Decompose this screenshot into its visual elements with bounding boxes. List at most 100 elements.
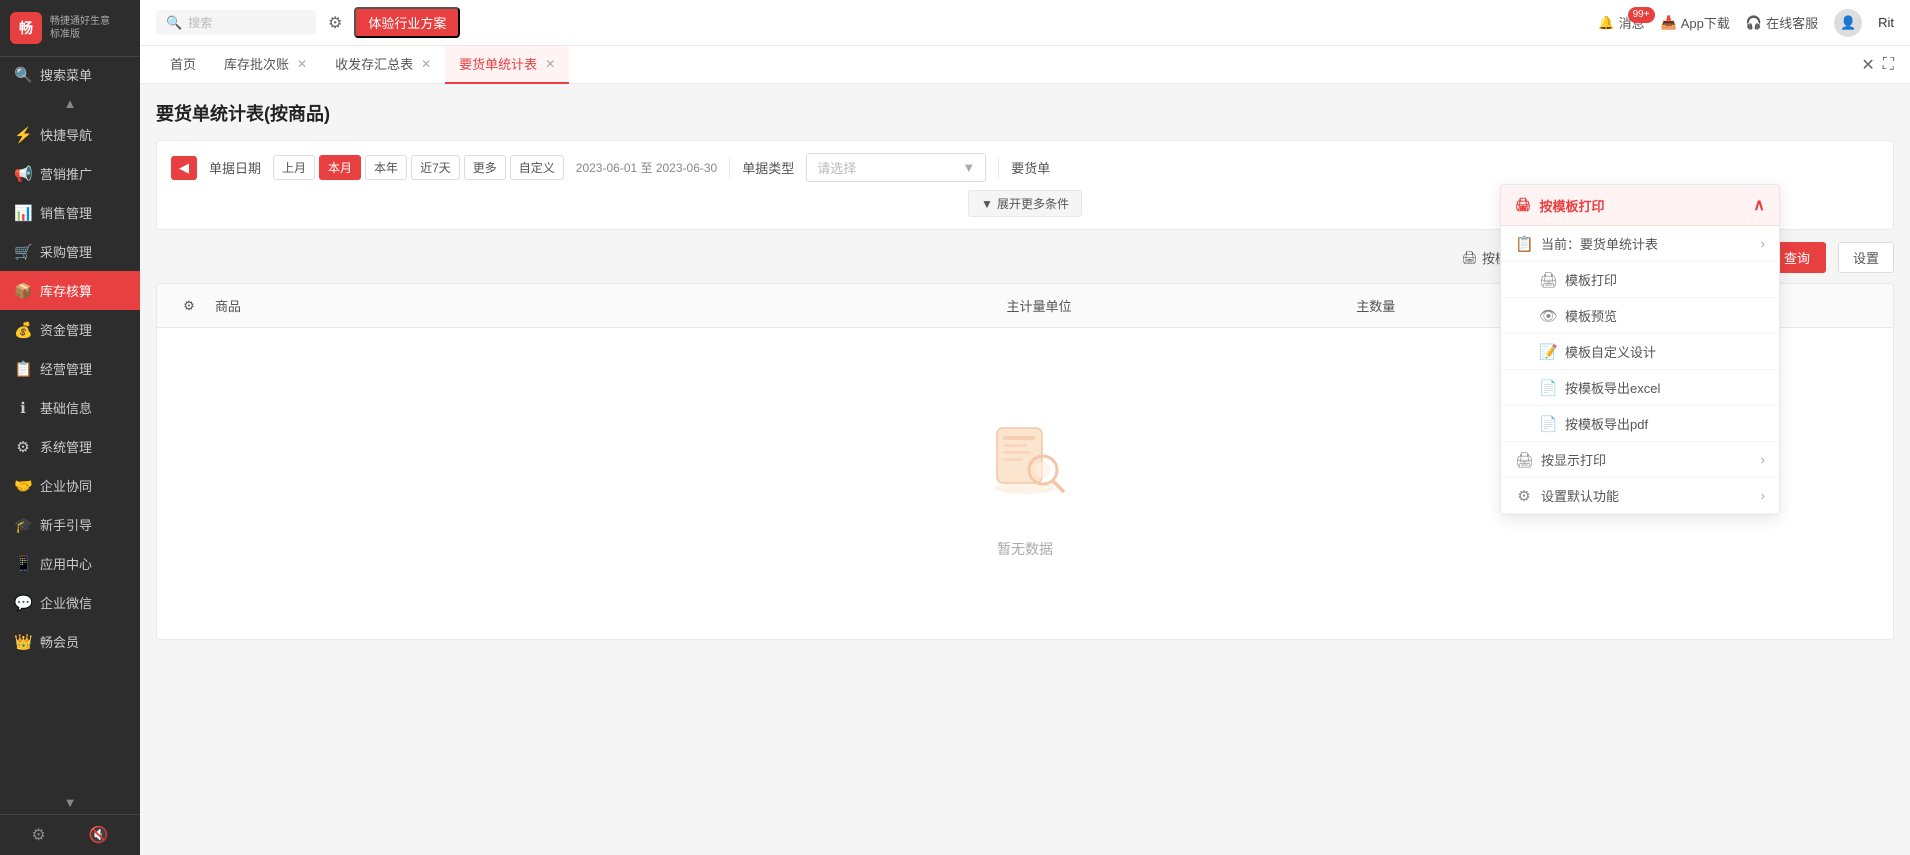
date-btn-this-year[interactable]: 本年	[365, 155, 407, 180]
dropdown-set-default[interactable]: ⚙ 设置默认功能 ›	[1501, 478, 1779, 514]
quicknav-icon: ⚡	[14, 126, 32, 144]
date-btn-this-month[interactable]: 本月	[319, 155, 361, 180]
date-btn-7days[interactable]: 近7天	[411, 155, 460, 180]
sidebar-item-system[interactable]: ⚙ 系统管理	[0, 427, 140, 466]
tab-home[interactable]: 首页	[156, 46, 210, 84]
dropdown-export-pdf[interactable]: 📄 按模板导出pdf	[1501, 406, 1779, 442]
dropdown-template-print[interactable]: 🖨 模板打印	[1501, 262, 1779, 298]
tab-close-requisition-stats[interactable]: ✕	[545, 57, 555, 71]
wechat-icon: 💬	[14, 594, 32, 612]
dropdown-template-design[interactable]: 📝 模板自定义设计	[1501, 334, 1779, 370]
online-service-btn[interactable]: 🎧 在线客服	[1746, 13, 1818, 32]
tab-inventory-batch[interactable]: 库存批次账 ✕	[210, 46, 321, 84]
filter-collapse-btn[interactable]: ◀	[171, 156, 197, 180]
col-unit: 主计量单位	[871, 292, 1208, 319]
promo-button[interactable]: 体验行业方案	[354, 7, 460, 38]
sidebar-nav: ⚡ 快捷导航 📢 营销推广 📊 销售管理 🛒 采购管理 📦 库存核算 💰 资金管…	[0, 115, 140, 791]
tab-requisition-stats[interactable]: 要货单统计表 ✕	[445, 46, 569, 84]
settings-bottom-icon[interactable]: ⚙	[31, 825, 45, 845]
date-range-text: 2023-06-01 至 2023-06-30	[576, 159, 717, 176]
sidebar-item-apps[interactable]: 📱 应用中心	[0, 544, 140, 583]
template-design-icon: 📝	[1539, 343, 1557, 361]
dropdown-export-excel[interactable]: 📄 按模板导出excel	[1501, 370, 1779, 406]
print-dropdown-menu: 🖨 按模板打印 ∧ 📋 当前：要货单统计表 › 🖨 模板打印 👁 模板预览 📝	[1500, 184, 1780, 515]
filter-row: ◀ 单据日期 上月 本月 本年 近7天 更多 自定义 2023-06-01 至 …	[171, 153, 1879, 182]
avatar-icon: 👤	[1840, 15, 1856, 31]
date-buttons: 上月 本月 本年 近7天 更多 自定义	[273, 155, 564, 180]
sidebar-bottom: ⚙ 🔇	[0, 814, 140, 855]
sales-icon: 📊	[14, 204, 32, 222]
set-default-icon: ⚙	[1515, 487, 1533, 505]
expand-icon: ▼	[981, 197, 993, 211]
empty-illustration	[975, 408, 1075, 527]
sidebar-item-enterprise[interactable]: 🤝 企业协同	[0, 466, 140, 505]
user-name[interactable]: Rit	[1878, 15, 1894, 30]
bell-icon: 🔔	[1598, 15, 1614, 31]
sidebar-item-purchase[interactable]: 🛒 采购管理	[0, 232, 140, 271]
gear-icon-top[interactable]: ⚙	[328, 13, 342, 33]
scroll-up-btn[interactable]: ▲	[0, 92, 140, 115]
guide-icon: 🎓	[14, 516, 32, 534]
chevron-down-icon: ▼	[962, 160, 975, 175]
sidebar-item-wechat[interactable]: 💬 企业微信	[0, 583, 140, 622]
date-label: 单据日期	[209, 158, 261, 177]
topbar-right: 🔔 消息 99+ 📥 App下载 🎧 在线客服 👤 Rit	[1598, 9, 1894, 37]
finance-icon: 💰	[14, 321, 32, 339]
tabbar-expand-icon[interactable]: ⛶	[1883, 56, 1894, 74]
basic-icon: ℹ	[14, 399, 32, 417]
dropdown-template-preview[interactable]: 👁 模板预览	[1501, 298, 1779, 334]
search-icon-top: 🔍	[166, 15, 182, 31]
tab-close-receipt-summary[interactable]: ✕	[421, 57, 431, 71]
scroll-down-btn[interactable]: ▼	[0, 791, 140, 814]
sidebar-item-basic[interactable]: ℹ 基础信息	[0, 388, 140, 427]
content-area: 要货单统计表(按商品) ◀ 单据日期 上月 本月 本年 近7天 更多 自定义 2…	[140, 84, 1910, 855]
app-download-btn[interactable]: 📥 App下载	[1661, 13, 1730, 32]
date-btn-more[interactable]: 更多	[464, 155, 506, 180]
tabbar-close-all-icon[interactable]: ✕	[1861, 55, 1874, 75]
main-area: 🔍 搜索 ⚙ 体验行业方案 🔔 消息 99+ 📥 App下载 🎧 在线客服 👤 …	[140, 0, 1910, 855]
col-settings[interactable]: ⚙	[169, 294, 209, 318]
logo-icon: 畅	[10, 12, 42, 44]
printer-menu-icon: 🖨	[1515, 197, 1532, 213]
tab-close-inventory-batch[interactable]: ✕	[297, 57, 307, 71]
tab-receipt-summary[interactable]: 收发存汇总表 ✕	[321, 46, 445, 84]
dropdown-display-print[interactable]: 🖨 按显示打印 ›	[1501, 442, 1779, 478]
date-btn-last-month[interactable]: 上月	[273, 155, 315, 180]
sidebar-item-member[interactable]: 👑 畅会员	[0, 622, 140, 661]
sidebar-item-marketing[interactable]: 📢 营销推广	[0, 154, 140, 193]
mute-icon[interactable]: 🔇	[89, 825, 109, 845]
dropdown-current[interactable]: 📋 当前：要货单统计表 ›	[1501, 226, 1779, 262]
sidebar-item-sales[interactable]: 📊 销售管理	[0, 193, 140, 232]
tabbar-right: ✕ ⛶	[1861, 55, 1894, 75]
marketing-icon: 📢	[14, 165, 32, 183]
avatar[interactable]: 👤	[1834, 9, 1862, 37]
type-label: 单据类型	[742, 158, 794, 177]
notification-btn[interactable]: 🔔 消息 99+	[1598, 13, 1644, 32]
dropdown-title: 按模板打印	[1540, 196, 1605, 215]
template-print-icon: 🖨	[1539, 271, 1557, 289]
col-qty: 主数量	[1207, 292, 1544, 319]
sidebar-item-quicknav[interactable]: ⚡ 快捷导航	[0, 115, 140, 154]
topbar-search-box[interactable]: 🔍 搜索	[156, 10, 316, 35]
sidebar-item-finance[interactable]: 💰 资金管理	[0, 310, 140, 349]
expand-more-btn[interactable]: ▼ 展开更多条件	[968, 190, 1082, 217]
chevron-right-icon-3: ›	[1761, 488, 1765, 503]
type-select-label: 请选择	[817, 158, 956, 177]
headset-icon: 🎧	[1746, 15, 1762, 31]
export-pdf-icon: 📄	[1539, 415, 1557, 433]
type-select[interactable]: 请选择 ▼	[806, 153, 986, 182]
enterprise-icon: 🤝	[14, 477, 32, 495]
sidebar-item-operation[interactable]: 📋 经营管理	[0, 349, 140, 388]
filter-divider	[729, 158, 730, 178]
settings-button[interactable]: 设置	[1838, 242, 1894, 273]
date-btn-custom[interactable]: 自定义	[510, 155, 564, 180]
sidebar-search[interactable]: 🔍 搜索菜单	[0, 57, 140, 92]
topbar: 🔍 搜索 ⚙ 体验行业方案 🔔 消息 99+ 📥 App下载 🎧 在线客服 👤 …	[140, 0, 1910, 46]
purchase-icon: 🛒	[14, 243, 32, 261]
current-template-icon: 📋	[1515, 235, 1533, 253]
export-excel-icon: 📄	[1539, 379, 1557, 397]
filter-divider-2	[998, 158, 999, 178]
sidebar-item-inventory[interactable]: 📦 库存核算	[0, 271, 140, 310]
sidebar-item-guide[interactable]: 🎓 新手引导	[0, 505, 140, 544]
dropdown-close-btn[interactable]: ∧	[1753, 195, 1765, 215]
